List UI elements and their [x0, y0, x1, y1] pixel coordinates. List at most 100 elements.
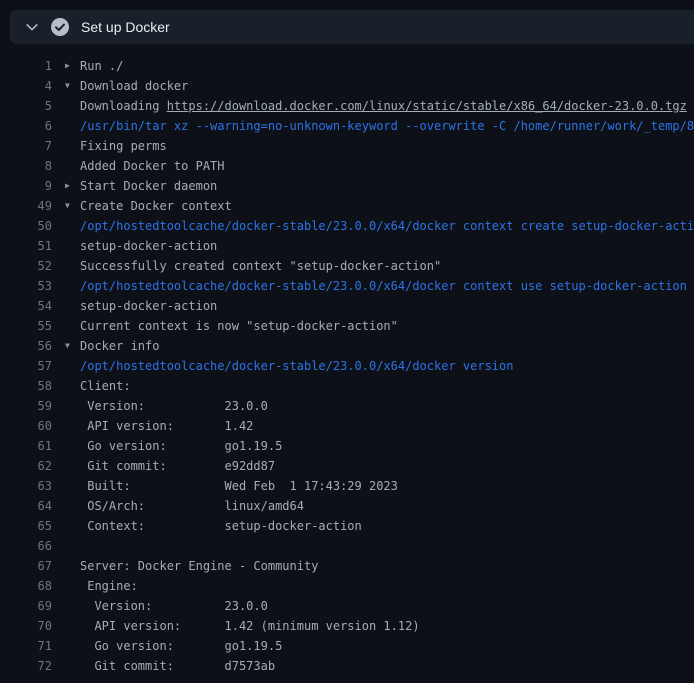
line-number[interactable]: 9 [0, 176, 52, 196]
log-text: Successfully created context "setup-dock… [80, 259, 441, 273]
line-number[interactable]: 6 [0, 116, 52, 136]
log-text: Version: 23.0.0 [80, 399, 268, 413]
log-text: Context: setup-docker-action [80, 519, 362, 533]
line-text: /opt/hostedtoolcache/docker-stable/23.0.… [80, 276, 694, 296]
log-line-row: 6/usr/bin/tar xz --warning=no-unknown-ke… [0, 116, 694, 136]
command-text: /opt/hostedtoolcache/docker-stable/23.0.… [80, 359, 513, 373]
url-link[interactable]: https://download.docker.com/linux/static… [167, 99, 687, 113]
marker-spacer [52, 556, 80, 576]
line-number[interactable]: 66 [0, 536, 52, 556]
marker-spacer [52, 536, 80, 556]
line-number[interactable]: 4 [0, 76, 52, 96]
line-number[interactable]: 70 [0, 616, 52, 636]
command-text: /opt/hostedtoolcache/docker-stable/23.0.… [80, 219, 694, 233]
line-text [80, 536, 694, 556]
line-text: Fixing perms [80, 136, 694, 156]
line-text: API version: 1.42 [80, 416, 694, 436]
log-text: Download docker [80, 79, 188, 93]
marker-spacer [52, 416, 80, 436]
log-text: API version: 1.42 [80, 419, 253, 433]
log-line-row: 51setup-docker-action [0, 236, 694, 256]
line-text: Successfully created context "setup-dock… [80, 256, 694, 276]
line-text: Server: Docker Engine - Community [80, 556, 694, 576]
line-number[interactable]: 65 [0, 516, 52, 536]
line-text: /opt/hostedtoolcache/docker-stable/23.0.… [80, 216, 694, 236]
line-number[interactable]: 57 [0, 356, 52, 376]
triangle-right-icon[interactable]: ▶ [52, 176, 80, 196]
log-text: Current context is now "setup-docker-act… [80, 319, 398, 333]
log-line-row: 68 Engine: [0, 576, 694, 596]
marker-spacer [52, 576, 80, 596]
log-line-row: 5Downloading https://download.docker.com… [0, 96, 694, 116]
marker-spacer [52, 596, 80, 616]
line-text: Download docker [80, 76, 694, 96]
marker-spacer [52, 236, 80, 256]
step-title: Set up Docker [81, 19, 170, 35]
log-line-row: 66 [0, 536, 694, 556]
line-number[interactable]: 54 [0, 296, 52, 316]
line-number[interactable]: 59 [0, 396, 52, 416]
line-number[interactable]: 8 [0, 156, 52, 176]
line-number[interactable]: 55 [0, 316, 52, 336]
line-text: Version: 23.0.0 [80, 596, 694, 616]
log-text: Engine: [80, 579, 138, 593]
log-text: Fixing perms [80, 139, 167, 153]
marker-spacer [52, 436, 80, 456]
log-text: Added Docker to PATH [80, 159, 225, 173]
line-number[interactable]: 63 [0, 476, 52, 496]
line-number[interactable]: 61 [0, 436, 52, 456]
log-group-row: 49▼Create Docker context [0, 196, 694, 216]
line-text: Go version: go1.19.5 [80, 436, 694, 456]
log-line-row: 60 API version: 1.42 [0, 416, 694, 436]
line-number[interactable]: 69 [0, 596, 52, 616]
marker-spacer [52, 216, 80, 236]
line-number[interactable]: 1 [0, 56, 52, 76]
log-line-row: 69 Version: 23.0.0 [0, 596, 694, 616]
log-line-row: 54setup-docker-action [0, 296, 694, 316]
line-number[interactable]: 64 [0, 496, 52, 516]
line-number[interactable]: 53 [0, 276, 52, 296]
log-text: Docker info [80, 339, 159, 353]
log-group-row: 9▶Start Docker daemon [0, 176, 694, 196]
line-number[interactable]: 67 [0, 556, 52, 576]
marker-spacer [52, 256, 80, 276]
log-text: Create Docker context [80, 199, 232, 213]
line-text: Start Docker daemon [80, 176, 694, 196]
log-text: API version: 1.42 (minimum version 1.12) [80, 619, 420, 633]
log-text: Server: Docker Engine - Community [80, 559, 318, 573]
log-text: OS/Arch: linux/amd64 [80, 499, 304, 513]
line-number[interactable]: 49 [0, 196, 52, 216]
line-number[interactable]: 51 [0, 236, 52, 256]
log-line-row: 59 Version: 23.0.0 [0, 396, 694, 416]
line-text: Version: 23.0.0 [80, 396, 694, 416]
log-line-row: 71 Go version: go1.19.5 [0, 636, 694, 656]
triangle-down-icon[interactable]: ▼ [52, 196, 80, 216]
line-text: Git commit: d7573ab [80, 656, 694, 676]
log-line-row: 64 OS/Arch: linux/amd64 [0, 496, 694, 516]
chevron-down-icon[interactable] [24, 19, 40, 35]
line-number[interactable]: 56 [0, 336, 52, 356]
log-line-row: 7 Fixing perms [0, 136, 694, 156]
log-line-row: 57/opt/hostedtoolcache/docker-stable/23.… [0, 356, 694, 376]
line-number[interactable]: 71 [0, 636, 52, 656]
triangle-down-icon[interactable]: ▼ [52, 336, 80, 356]
line-number[interactable]: 58 [0, 376, 52, 396]
line-text: Added Docker to PATH [80, 156, 694, 176]
line-number[interactable]: 62 [0, 456, 52, 476]
marker-spacer [52, 316, 80, 336]
step-header[interactable]: Set up Docker [10, 10, 694, 44]
log-line-row: 8 Added Docker to PATH [0, 156, 694, 176]
line-number[interactable]: 72 [0, 656, 52, 676]
log-line-row: 53/opt/hostedtoolcache/docker-stable/23.… [0, 276, 694, 296]
line-number[interactable]: 7 [0, 136, 52, 156]
line-number[interactable]: 50 [0, 216, 52, 236]
line-number[interactable]: 60 [0, 416, 52, 436]
line-text: Engine: [80, 576, 694, 596]
line-number[interactable]: 68 [0, 576, 52, 596]
triangle-right-icon[interactable]: ▶ [52, 56, 80, 76]
log-line-row: 62 Git commit: e92dd87 [0, 456, 694, 476]
marker-spacer [52, 656, 80, 676]
line-number[interactable]: 5 [0, 96, 52, 116]
line-number[interactable]: 52 [0, 256, 52, 276]
triangle-down-icon[interactable]: ▼ [52, 76, 80, 96]
